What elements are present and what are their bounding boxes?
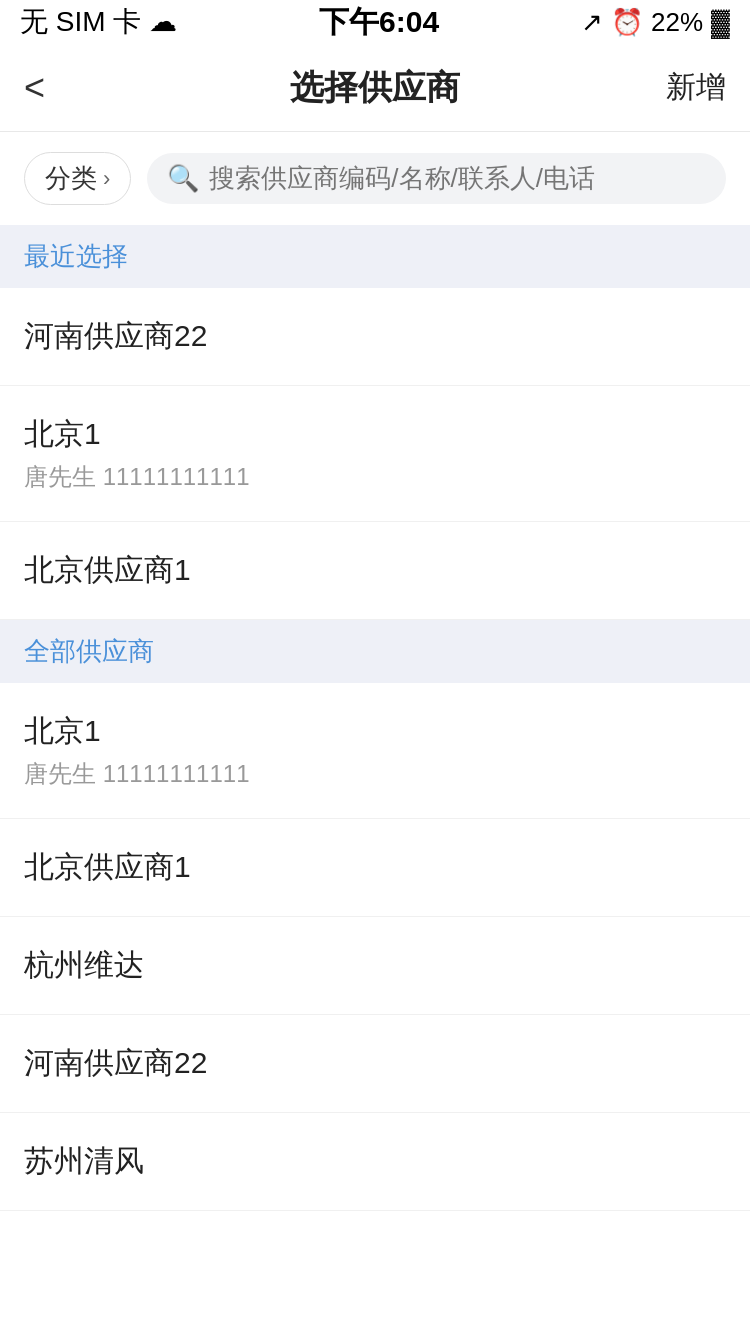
status-left: 无 SIM 卡 ☁: [20, 3, 177, 41]
search-bar: 🔍: [147, 153, 726, 204]
list-item[interactable]: 北京供应商1: [0, 819, 750, 917]
page-title: 选择供应商: [290, 65, 460, 111]
item-name: 河南供应商22: [24, 1043, 726, 1084]
status-right: ↗ ⏰ 22% ▓: [581, 7, 730, 38]
search-input[interactable]: [209, 163, 706, 194]
all-items-list: 北京1 唐先生 11111111111 北京供应商1 杭州维达河南供应商22 苏州清风: [0, 683, 750, 1211]
item-name: 苏州清风: [24, 1141, 726, 1182]
item-name: 北京供应商1: [24, 550, 726, 591]
recent-section-header: 最近选择: [0, 225, 750, 288]
filter-bar: 分类 › 🔍: [0, 132, 750, 225]
item-sub: 唐先生 11111111111: [24, 461, 726, 493]
list-item[interactable]: 杭州维达: [0, 917, 750, 1015]
category-label: 分类: [45, 161, 97, 196]
list-item[interactable]: 苏州清风: [0, 1113, 750, 1211]
all-section-header: 全部供应商: [0, 620, 750, 683]
add-button[interactable]: 新增: [666, 67, 726, 108]
all-section-label: 全部供应商: [24, 636, 154, 666]
list-item[interactable]: 北京1 唐先生 11111111111: [0, 386, 750, 522]
nav-bar: < 选择供应商 新增: [0, 44, 750, 132]
recent-items-list: 河南供应商22 北京1 唐先生 11111111111 北京供应商1: [0, 288, 750, 620]
item-name: 河南供应商22: [24, 316, 726, 357]
location-icon: ↗: [581, 7, 603, 38]
list-item[interactable]: 河南供应商22: [0, 1015, 750, 1113]
recent-section-label: 最近选择: [24, 241, 128, 271]
back-button[interactable]: <: [24, 67, 84, 109]
alarm-icon: ⏰: [611, 7, 643, 38]
wifi-icon: ☁: [149, 6, 177, 37]
category-filter-button[interactable]: 分类 ›: [24, 152, 131, 205]
search-icon: 🔍: [167, 163, 199, 194]
item-name: 北京供应商1: [24, 847, 726, 888]
status-bar: 无 SIM 卡 ☁ 下午6:04 ↗ ⏰ 22% ▓: [0, 0, 750, 44]
list-item[interactable]: 河南供应商22: [0, 288, 750, 386]
item-name: 杭州维达: [24, 945, 726, 986]
battery-percent: 22%: [651, 7, 703, 38]
item-sub: 唐先生 11111111111: [24, 758, 726, 790]
item-name: 北京1: [24, 711, 726, 752]
battery-icon: ▓: [711, 7, 730, 38]
chevron-right-icon: ›: [103, 166, 110, 192]
list-item[interactable]: 北京1 唐先生 11111111111: [0, 683, 750, 819]
no-sim-label: 无 SIM 卡: [20, 6, 141, 37]
item-name: 北京1: [24, 414, 726, 455]
list-item[interactable]: 北京供应商1: [0, 522, 750, 620]
status-time: 下午6:04: [319, 2, 439, 43]
